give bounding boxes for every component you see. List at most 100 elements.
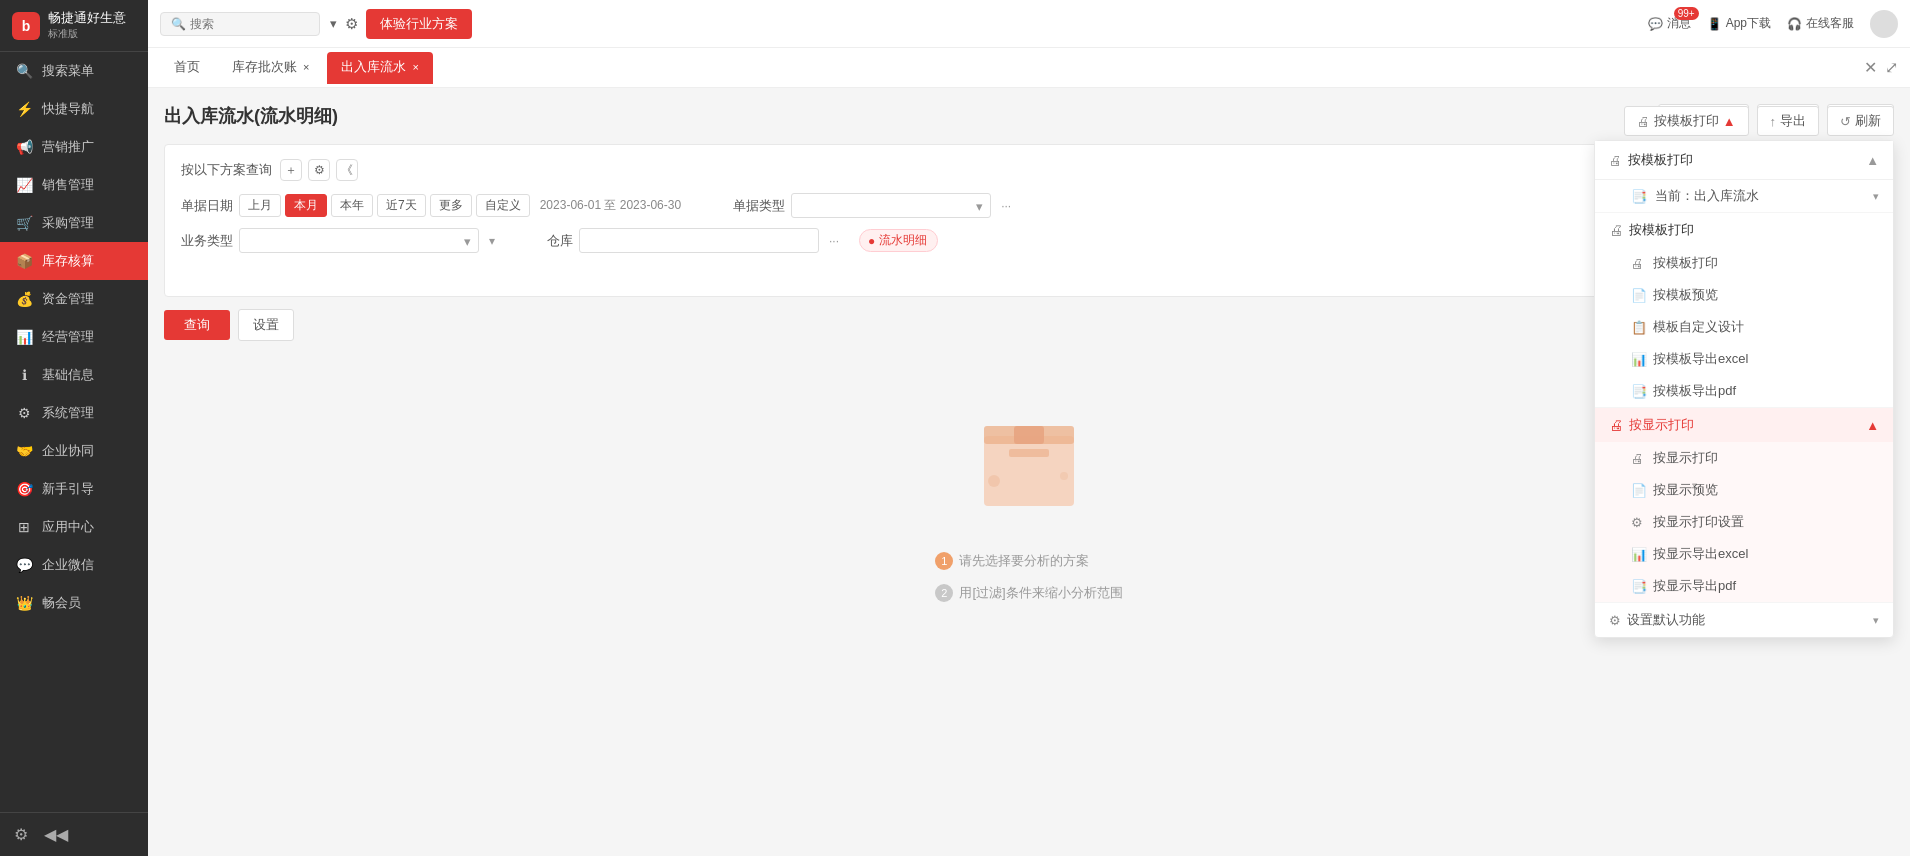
sidebar-item-beginner[interactable]: 🎯 新手引导 (0, 470, 148, 508)
collapse-filter-button[interactable]: 《 (336, 159, 358, 181)
print-template-pdf-button[interactable]: 📑 按模板导出pdf (1595, 375, 1893, 407)
print-dropdown-chevron-up[interactable]: ▲ (1866, 153, 1879, 168)
window-maximize-icon[interactable]: ⤢ (1885, 58, 1898, 77)
warehouse-input[interactable] (579, 228, 819, 253)
biz-type-filter-field: 业务类型 ▾ (181, 228, 495, 253)
crown-icon: 👑 (14, 595, 34, 611)
print-default-settings-button[interactable]: ⚙ 设置默认功能 ▾ (1595, 603, 1893, 637)
sidebar-item-finance[interactable]: 💰 资金管理 (0, 280, 148, 318)
window-controls: ✕ ⤢ (1864, 58, 1898, 77)
lightning-icon: ⚡ (14, 101, 34, 117)
sidebar-item-sales[interactable]: 📈 销售管理 (0, 166, 148, 204)
print-dropdown-title: 按模板打印 (1628, 151, 1693, 169)
print-template-preview-button[interactable]: 📄 按模板预览 (1595, 279, 1893, 311)
date-7days-button[interactable]: 近7天 (377, 194, 426, 217)
settings-icon[interactable]: ⚙ (345, 15, 358, 33)
sidebar-item-marketing[interactable]: 📢 营销推广 (0, 128, 148, 166)
biz-type-select-wrapper (239, 228, 479, 253)
info-icon: ℹ (14, 367, 34, 383)
sidebar-item-search[interactable]: 🔍 搜索菜单 (0, 52, 148, 90)
print-display-preview-button[interactable]: 📄 按显示预览 (1595, 474, 1893, 506)
sidebar-nav: 🔍 搜索菜单 ⚡ 快捷导航 📢 营销推广 📈 销售管理 🛒 采购管理 📦 库存核… (0, 52, 148, 812)
query-button[interactable]: 查询 (164, 310, 230, 340)
sidebar-item-inventory[interactable]: 📦 库存核算 (0, 242, 148, 280)
tab-batch-stock[interactable]: 库存批次账 × (218, 52, 323, 84)
print-template-excel-button[interactable]: 📊 按模板导出excel (1595, 343, 1893, 375)
print-display-excel-button[interactable]: 📊 按显示导出excel (1595, 538, 1893, 570)
date-filter-field: 单据日期 上月 本月 本年 近7天 更多 自定义 2023-06-01 至 20… (181, 194, 681, 217)
search-icon: 🔍 (14, 63, 34, 79)
settings-footer-icon[interactable]: ⚙ (14, 825, 28, 844)
search-dropdown-chevron[interactable]: ▾ (330, 16, 337, 31)
print-display-print-button[interactable]: 🖨 按显示打印 (1595, 442, 1893, 474)
sidebar-item-wechat[interactable]: 💬 企业微信 (0, 546, 148, 584)
print-display-pdf-button[interactable]: 📑 按显示导出pdf (1595, 570, 1893, 602)
print-template-section-icon: 🖨 (1609, 222, 1623, 238)
date-this-year-button[interactable]: 本年 (331, 194, 373, 217)
message-button[interactable]: 💬 消息 99+ (1648, 15, 1691, 32)
online-service-button[interactable]: 🎧 在线客服 (1787, 15, 1854, 32)
search-input[interactable] (190, 17, 290, 31)
logo-icon: b (12, 12, 40, 40)
date-custom-button[interactable]: 自定义 (476, 194, 530, 217)
print-display-settings-button[interactable]: ⚙ 按显示打印设置 (1595, 506, 1893, 538)
sidebar-item-basic[interactable]: ℹ 基础信息 (0, 356, 148, 394)
topbar-search-box[interactable]: 🔍 (160, 12, 320, 36)
template-design-button[interactable]: 📋 模板自定义设计 (1595, 311, 1893, 343)
print-template-print-button[interactable]: 🖨 按模板打印 (1595, 247, 1893, 279)
sidebar-item-purchase[interactable]: 🛒 采购管理 (0, 204, 148, 242)
print-template-header[interactable]: 🖨 按模板打印 (1595, 213, 1893, 247)
print-template-top-button[interactable]: 🖨 按模板打印 ▲ (1624, 106, 1749, 136)
export-top-button[interactable]: ↑ 导出 (1757, 106, 1820, 136)
window-close-icon[interactable]: ✕ (1864, 58, 1877, 77)
print-chevron: ▲ (1723, 114, 1736, 129)
sidebar-item-member[interactable]: 👑 畅会员 (0, 584, 148, 622)
date-this-month-button[interactable]: 本月 (285, 194, 327, 217)
filter-tag-icon: ● (868, 234, 875, 248)
message-icon: 💬 (1648, 17, 1663, 31)
app-download-button[interactable]: 📱 App下载 (1707, 15, 1771, 32)
print-display-header[interactable]: 🖨 按显示打印 ▲ (1595, 408, 1893, 442)
grid-icon: ⊞ (14, 519, 34, 535)
warehouse-more-button[interactable]: ··· (829, 234, 839, 248)
display-print-icon: 🖨 (1631, 451, 1647, 466)
print-sub-preview-icon: 📄 (1631, 288, 1647, 303)
tab-inout-flow-close[interactable]: × (412, 61, 418, 73)
biz-type-more-button[interactable]: ▾ (489, 234, 495, 248)
settings-button[interactable]: 设置 (238, 309, 294, 341)
tab-batch-stock-close[interactable]: × (303, 61, 309, 73)
date-more-button[interactable]: 更多 (430, 194, 472, 217)
sidebar-footer: ⚙ ◀◀ (0, 812, 148, 856)
tab-inout-flow[interactable]: 出入库流水 × (327, 52, 432, 84)
current-template-row[interactable]: 📑 当前：出入库流水 ▾ (1595, 180, 1893, 213)
phone-icon: 📱 (1707, 17, 1722, 31)
topbar-actions: 💬 消息 99+ 📱 App下载 🎧 在线客服 (1648, 10, 1898, 38)
add-filter-button[interactable]: ＋ (280, 159, 302, 181)
sidebar-item-system[interactable]: ⚙ 系统管理 (0, 394, 148, 432)
print-sub-print-icon: 🖨 (1631, 256, 1647, 271)
doc-type-select[interactable] (791, 193, 991, 218)
sidebar-item-operations[interactable]: 📊 经营管理 (0, 318, 148, 356)
biz-type-select[interactable] (239, 228, 479, 253)
display-preview-icon: 📄 (1631, 483, 1647, 498)
print-icon: 🖨 (1637, 114, 1650, 129)
search-icon: 🔍 (171, 17, 186, 31)
current-template-chevron[interactable]: ▾ (1873, 190, 1879, 203)
sidebar-item-quicknav[interactable]: ⚡ 快捷导航 (0, 90, 148, 128)
hint-step-1: 1 请先选择要分析的方案 (935, 552, 1122, 570)
industry-solution-button[interactable]: 体验行业方案 (366, 9, 472, 39)
sidebar-item-collab[interactable]: 🤝 企业协同 (0, 432, 148, 470)
tabbar: 首页 库存批次账 × 出入库流水 × ✕ ⤢ (148, 48, 1910, 88)
print-header-icon: 🖨 (1609, 153, 1622, 168)
doc-type-more-button[interactable]: ··· (1001, 199, 1011, 213)
sidebar: b 畅捷通好生意 标准版 🔍 搜索菜单 ⚡ 快捷导航 📢 营销推广 📈 销售管理… (0, 0, 148, 856)
filter-settings-button[interactable]: ⚙ (308, 159, 330, 181)
sidebar-item-appstore[interactable]: ⊞ 应用中心 (0, 508, 148, 546)
default-settings-chevron[interactable]: ▾ (1873, 614, 1879, 627)
collapse-sidebar-icon[interactable]: ◀◀ (44, 825, 68, 844)
print-display-chevron[interactable]: ▲ (1866, 418, 1879, 433)
refresh-top-button[interactable]: ↺ 刷新 (1827, 106, 1894, 136)
date-last-month-button[interactable]: 上月 (239, 194, 281, 217)
user-avatar[interactable] (1870, 10, 1898, 38)
tab-home[interactable]: 首页 (160, 52, 214, 84)
